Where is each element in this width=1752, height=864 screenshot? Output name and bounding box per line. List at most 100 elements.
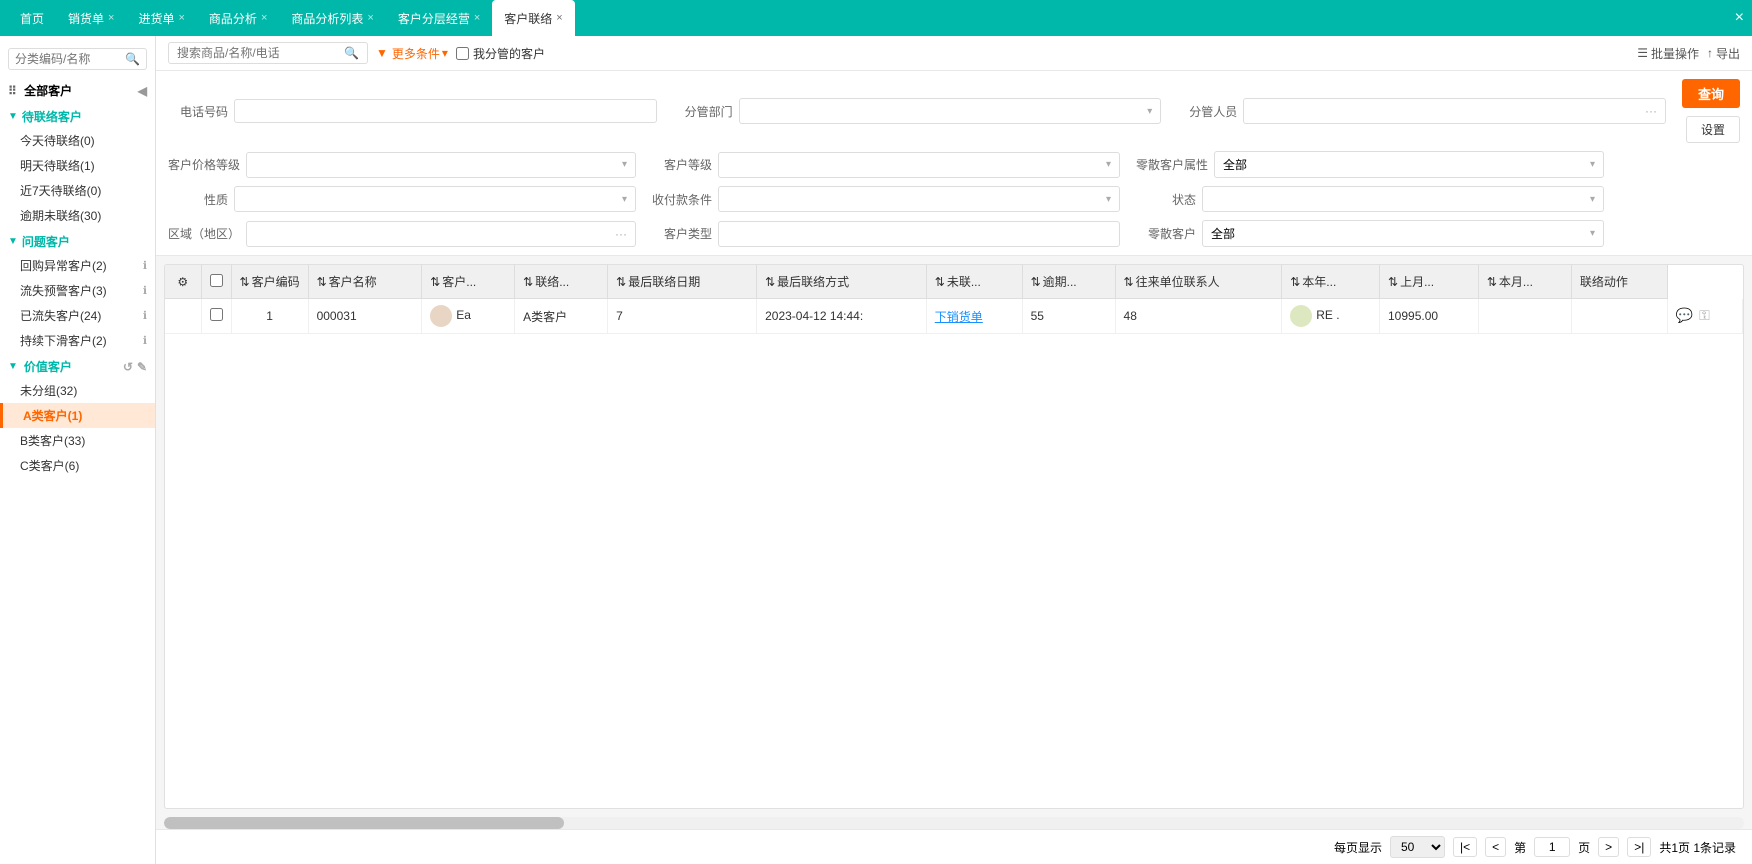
th-sort-no-contact[interactable]: ⇅	[935, 275, 945, 289]
page-size-select[interactable]: 50 100 200	[1390, 836, 1445, 858]
filter-row-2: 客户价格等级 ▾ 客户等级 ▾ 零散客户属性 全部	[168, 151, 1740, 178]
export-icon: ↑	[1707, 46, 1713, 60]
filter-dept-select[interactable]: ▾	[739, 98, 1162, 124]
scrollbar-thumb[interactable]	[164, 817, 564, 829]
filter-nature-select[interactable]: ▾	[234, 186, 636, 212]
nav-close-goods-analysis-list[interactable]: ×	[367, 12, 373, 24]
sidebar-collapse-icon[interactable]: ◀	[138, 84, 147, 98]
advanced-filters: 电话号码 分管部门 ▾ 分管人员 ···	[156, 71, 1752, 256]
row-last-date: 2023-04-12 14:44:	[757, 299, 927, 334]
nav-close-customer-tier[interactable]: ×	[474, 12, 480, 24]
th-sort-type[interactable]: ⇅	[430, 275, 440, 289]
nav-close-sales[interactable]: ×	[108, 12, 114, 24]
table-settings-icon[interactable]: ⚙	[177, 275, 188, 289]
th-sort-contact[interactable]: ⇅	[523, 275, 533, 289]
prev-page-btn[interactable]: <	[1485, 837, 1506, 857]
filter-retail-cust: 零散客户 全部 ▾	[1136, 220, 1604, 247]
main-search-icon[interactable]: 🔍	[344, 46, 359, 60]
more-filters-btn[interactable]: ▼ 更多条件 ▾	[376, 45, 448, 62]
my-customers-checkbox-wrap[interactable]: 我分管的客户	[456, 45, 545, 62]
th-sort-last-date[interactable]: ⇅	[616, 275, 626, 289]
filter-retail-cust-select[interactable]: 全部 ▾	[1202, 220, 1604, 247]
th-sort-last-method[interactable]: ⇅	[765, 275, 775, 289]
sidebar-item-class-a[interactable]: A类客户(1)	[0, 403, 155, 428]
settings-button[interactable]: 设置	[1686, 116, 1740, 143]
sidebar-item-ungrouped[interactable]: 未分组(32)	[0, 378, 155, 403]
nav-purchase[interactable]: 进货单 ×	[126, 0, 196, 36]
sidebar-item-7days[interactable]: 近7天待联络(0)	[0, 178, 155, 203]
filter-cust-type-select[interactable]	[718, 221, 1120, 247]
sidebar-group-pending[interactable]: ▼ 待联络客户	[0, 103, 155, 128]
main-search-input[interactable]	[177, 46, 340, 60]
sidebar-item-class-b[interactable]: B类客户(33)	[0, 428, 155, 453]
th-sort-name[interactable]: ⇅	[317, 275, 327, 289]
row-contact: 7	[608, 299, 757, 334]
row-name[interactable]: Ea	[422, 299, 515, 334]
filter-nature: 性质 ▾	[168, 186, 636, 212]
row-check[interactable]	[201, 299, 231, 334]
sidebar-item-churned[interactable]: 已流失客户(24) ℹ	[0, 303, 155, 328]
filter-row-1: 电话号码 分管部门 ▾ 分管人员 ···	[168, 79, 1740, 143]
th-settings[interactable]: ⚙	[165, 265, 201, 299]
batch-op-btn[interactable]: ☰ 批量操作	[1637, 45, 1699, 62]
filter-price-level-select[interactable]: ▾	[246, 152, 636, 178]
nav-home[interactable]: 首页	[8, 0, 56, 36]
filter-status: 状态 ▾	[1136, 186, 1604, 212]
sidebar-search-input[interactable]	[15, 52, 125, 66]
filter-phone-input[interactable]	[234, 99, 657, 123]
sidebar-all-customers[interactable]: ⠿ 全部客户 ◀	[0, 78, 155, 103]
sidebar-group-value[interactable]: ▼ 价值客户 ↺ ✎	[0, 353, 155, 378]
nav-close-purchase[interactable]: ×	[178, 12, 184, 24]
filter-cust-level-select[interactable]: ▾	[718, 152, 1120, 178]
filter-retail-attr: 零散客户属性 全部 ▾	[1136, 151, 1604, 178]
th-no-contact: ⇅ 未联...	[926, 265, 1022, 299]
th-check[interactable]	[201, 265, 231, 299]
value-group-refresh-icon[interactable]: ↺	[123, 360, 133, 374]
nav-goods-analysis[interactable]: 商品分析 ×	[197, 0, 279, 36]
horizontal-scrollbar[interactable]	[164, 817, 1744, 829]
my-customers-checkbox[interactable]	[456, 47, 469, 60]
sidebar-item-tomorrow[interactable]: 明天待联络(1)	[0, 153, 155, 178]
nav-goods-analysis-list[interactable]: 商品分析列表 ×	[279, 0, 385, 36]
query-button[interactable]: 查询	[1682, 79, 1740, 108]
row-last-method[interactable]: 下销货单	[926, 299, 1022, 334]
last-page-btn[interactable]: >|	[1627, 837, 1651, 857]
table-header-row: ⚙ ⇅ 客户编码 ⇅	[165, 265, 1743, 299]
nav-sales[interactable]: 销货单 ×	[56, 0, 126, 36]
th-sort-this-year[interactable]: ⇅	[1290, 275, 1300, 289]
nav-close-customer-contact[interactable]: ×	[556, 12, 562, 24]
app-close-button[interactable]: ×	[1735, 9, 1744, 27]
filter-payment-select[interactable]: ▾	[718, 186, 1120, 212]
th-sort-person[interactable]: ⇅	[1124, 275, 1134, 289]
nav-close-goods-analysis[interactable]: ×	[261, 12, 267, 24]
sidebar-item-abnormal-repurchase[interactable]: 回购异常客户(2) ℹ	[0, 253, 155, 278]
next-page-btn[interactable]: >	[1598, 837, 1619, 857]
sidebar-item-churn-warning[interactable]: 流失预警客户(3) ℹ	[0, 278, 155, 303]
th-sort-overdue[interactable]: ⇅	[1031, 275, 1041, 289]
sidebar-item-overdue[interactable]: 逾期未联络(30)	[0, 203, 155, 228]
select-all-checkbox[interactable]	[210, 274, 223, 287]
sidebar-item-today[interactable]: 今天待联络(0)	[0, 128, 155, 153]
filter-status-select[interactable]: ▾	[1202, 186, 1604, 212]
th-action: 联络动作	[1571, 265, 1667, 299]
th-sort-this-month[interactable]: ⇅	[1487, 275, 1497, 289]
th-sort-code[interactable]: ⇅	[240, 275, 250, 289]
nav-customer-tier[interactable]: 客户分层经营 ×	[386, 0, 492, 36]
sidebar-search-icon[interactable]: 🔍	[125, 52, 140, 66]
first-page-btn[interactable]: |<	[1453, 837, 1477, 857]
filter-person-select[interactable]: ···	[1243, 98, 1666, 124]
filter-region-select[interactable]: ···	[246, 221, 636, 247]
sidebar-item-declining[interactable]: 持续下滑客户(2) ℹ	[0, 328, 155, 353]
row-chat-icon[interactable]: 💬	[1676, 307, 1693, 324]
th-sort-last-month[interactable]: ⇅	[1388, 275, 1398, 289]
triangle-icon-pending: ▼	[8, 111, 18, 122]
nav-customer-contact[interactable]: 客户联络 ×	[492, 0, 574, 36]
sidebar-group-problem[interactable]: ▼ 问题客户	[0, 228, 155, 253]
row-link-icon[interactable]: ⚿	[1699, 307, 1710, 324]
page-number-input[interactable]	[1534, 837, 1570, 857]
sidebar-item-class-c[interactable]: C类客户(6)	[0, 453, 155, 478]
filter-row-4: 区域（地区） ··· 客户类型 零散客户 全部	[168, 220, 1740, 247]
value-group-settings-icon[interactable]: ✎	[137, 360, 147, 374]
filter-retail-attr-select[interactable]: 全部 ▾	[1214, 151, 1604, 178]
export-btn[interactable]: ↑ 导出	[1707, 45, 1740, 62]
